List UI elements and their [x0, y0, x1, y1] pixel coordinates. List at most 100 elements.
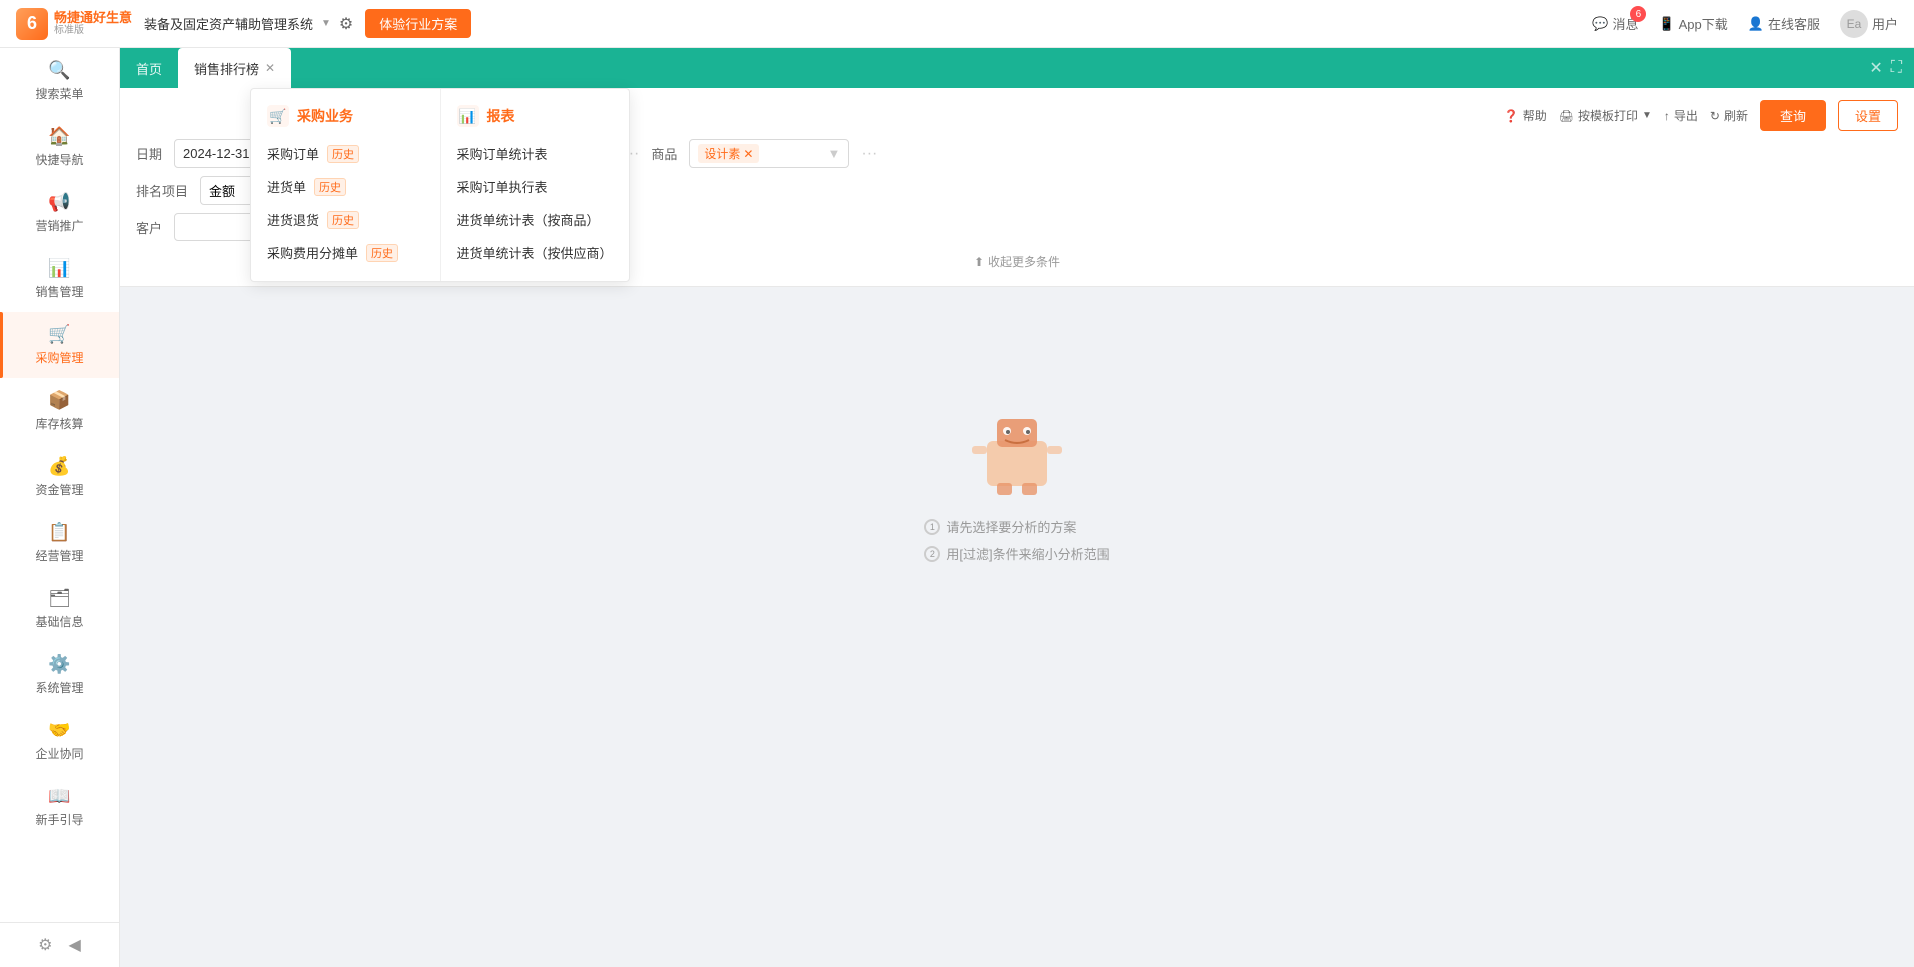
dropdown-report-col: 📊 报表 采购订单统计表 采购订单执行表 进货单统计表（按商品） 进货单统计表（…	[441, 89, 630, 281]
home-icon: 🏠	[48, 126, 70, 147]
dropdown-item-purchase-order[interactable]: 采购订单 历史	[251, 137, 440, 170]
sidebar-item-search[interactable]: 🔍 搜索菜单	[0, 48, 119, 114]
sidebar-item-marketing[interactable]: 📢 营销推广	[0, 180, 119, 246]
dropdown-item-expense[interactable]: 采购费用分摊单 历史	[251, 236, 440, 269]
empty-state: 1 请先选择要分析的方案 2 用[过滤]条件来缩小分析范围	[120, 287, 1914, 687]
sidebar-item-sales[interactable]: 📊 销售管理	[0, 246, 119, 312]
tab-right-controls: ✕ ⛶	[1869, 48, 1914, 88]
cooperation-icon: 🤝	[48, 720, 70, 741]
purchase-dropdown-menu: 🛒 采购业务 采购订单 历史 进货单 历史 进货退货 历史	[250, 88, 630, 282]
sidebar-item-guide[interactable]: 📖 新手引导	[0, 774, 119, 840]
sidebar-item-cooperation[interactable]: 🤝 企业协同	[0, 708, 119, 774]
report-header-icon: 📊	[457, 105, 479, 127]
system-dropdown-arrow[interactable]: ▼	[321, 18, 331, 29]
sidebar-item-basic-info[interactable]: 🗂 基础信息	[0, 576, 119, 642]
messages-item[interactable]: 💬 消息 6	[1592, 14, 1638, 33]
main-layout: 🔍 搜索菜单 🏠 快捷导航 📢 营销推广 📊 销售管理 🛒 采购管理 📦	[0, 48, 1914, 967]
sidebar-item-quick-nav[interactable]: 🏠 快捷导航	[0, 114, 119, 180]
settings-icon[interactable]: ⚙	[339, 14, 353, 34]
help-btn[interactable]: ❓ 帮助	[1504, 107, 1547, 124]
sidebar-collapse-btn[interactable]: ◀	[65, 931, 85, 959]
export-btn[interactable]: ↑ 导出	[1664, 107, 1698, 124]
basic-info-icon: 🗂	[48, 588, 71, 609]
tab-maximize-icon[interactable]: ⛶	[1891, 59, 1902, 77]
sidebar-label-marketing: 营销推广	[35, 217, 83, 234]
operations-icon: 📋	[48, 522, 70, 543]
top-bar-right: 💬 消息 6 📱 App下载 👤 在线客服 Ea 用户	[1592, 10, 1898, 38]
return-label: 进货退货	[267, 210, 319, 229]
help-label: 帮助	[1523, 107, 1547, 124]
collapse-label: 收起更多条件	[988, 253, 1060, 270]
settings-btn[interactable]: 设置	[1838, 100, 1898, 131]
dropdown-item-purchase-order-stats[interactable]: 采购订单统计表	[441, 137, 630, 170]
dropdown-item-inbound-stats-supplier[interactable]: 进货单统计表（按供应商）	[441, 236, 630, 269]
sidebar-item-finance[interactable]: 💰 资金管理	[0, 444, 119, 510]
date-value: 2024-12-31	[183, 146, 250, 161]
online-service-label: 在线客服	[1768, 14, 1820, 33]
sales-icon: 📊	[48, 258, 70, 279]
content-area: 首页 销售排行榜 ✕ ✕ ⛶ ❓	[120, 48, 1914, 967]
message-icon: 💬	[1592, 16, 1608, 32]
print-btn[interactable]: 🖨 按模板打印 ▼	[1559, 107, 1652, 124]
system-name-area: 装备及固定资产辅助管理系统 ▼ ⚙	[144, 14, 353, 34]
report-section-title: 报表	[487, 106, 515, 126]
tab-sales-rank[interactable]: 销售排行榜 ✕	[178, 48, 291, 88]
sidebar-settings-btn[interactable]: ⚙	[34, 931, 56, 959]
inbound-badge: 历史	[314, 178, 346, 196]
goods-tag-close[interactable]: ✕	[743, 147, 753, 161]
dropdown-item-inbound-stats-goods[interactable]: 进货单统计表（按商品）	[441, 203, 630, 236]
refresh-label: 刷新	[1724, 107, 1748, 124]
sidebar-item-system[interactable]: ⚙️ 系统管理	[0, 642, 119, 708]
print-dropdown-arrow[interactable]: ▼	[1642, 110, 1652, 121]
sidebar-label-search: 搜索菜单	[35, 85, 83, 102]
system-icon: ⚙️	[48, 654, 70, 675]
sidebar-item-inventory[interactable]: 📦 库存核算	[0, 378, 119, 444]
purchase-header-icon: 🛒	[267, 105, 289, 127]
refresh-btn[interactable]: ↻ 刷新	[1710, 107, 1748, 124]
empty-hint-2: 2 用[过滤]条件来缩小分析范围	[924, 544, 1109, 563]
hint1-text: 请先选择要分析的方案	[946, 517, 1076, 536]
dropdown-item-return[interactable]: 进货退货 历史	[251, 203, 440, 236]
purchase-order-stats-label: 采购订单统计表	[457, 144, 548, 163]
online-service-item[interactable]: 👤 在线客服	[1748, 14, 1820, 33]
purchase-icon: 🛒	[48, 324, 70, 345]
tab-close-icon[interactable]: ✕	[265, 61, 275, 75]
industry-btn[interactable]: 体验行业方案	[365, 9, 471, 38]
sidebar-label-quick-nav: 快捷导航	[35, 151, 83, 168]
dropdown-item-inbound[interactable]: 进货单 历史	[251, 170, 440, 203]
sidebar-item-purchase[interactable]: 🛒 采购管理	[0, 312, 119, 378]
sidebar-label-finance: 资金管理	[35, 481, 83, 498]
finance-icon: 💰	[48, 456, 70, 477]
refresh-icon: ↻	[1710, 109, 1720, 123]
purchase-section-title: 采购业务	[297, 106, 353, 126]
dropdown-purchase-col: 🛒 采购业务 采购订单 历史 进货单 历史 进货退货 历史	[251, 89, 441, 281]
export-icon: ↑	[1664, 109, 1670, 123]
expense-label: 采购费用分摊单	[267, 243, 358, 262]
app-container: 6 畅捷通好生意 标准版 装备及固定资产辅助管理系统 ▼ ⚙ 体验行业方案 💬 …	[0, 0, 1914, 967]
query-btn[interactable]: 查询	[1760, 100, 1826, 131]
dropdown-item-purchase-order-exec[interactable]: 采购订单执行表	[441, 170, 630, 203]
tab-close-window-icon[interactable]: ✕	[1869, 58, 1882, 78]
sidebar-item-operations[interactable]: 📋 经营管理	[0, 510, 119, 576]
sidebar: 🔍 搜索菜单 🏠 快捷导航 📢 营销推广 📊 销售管理 🛒 采购管理 📦	[0, 48, 120, 967]
messages-badge: 6	[1630, 6, 1646, 22]
date-label: 日期	[136, 144, 162, 163]
return-badge: 历史	[327, 211, 359, 229]
app-download-item[interactable]: 📱 App下载	[1658, 14, 1727, 33]
sidebar-bottom: ⚙ ◀	[0, 922, 119, 967]
hint1-dot: 1	[924, 519, 940, 535]
tab-home[interactable]: 首页	[120, 48, 178, 88]
print-icon: 🖨	[1559, 109, 1574, 123]
user-initials: Ea	[1847, 17, 1862, 31]
empty-hint-1: 1 请先选择要分析的方案	[924, 517, 1109, 536]
hint2-text: 用[过滤]条件来缩小分析范围	[946, 544, 1109, 563]
goods-ellipsis: ···	[861, 145, 877, 163]
export-label: 导出	[1674, 107, 1698, 124]
user-item[interactable]: Ea 用户	[1840, 10, 1898, 38]
user-avatar: Ea	[1840, 10, 1868, 38]
inventory-icon: 📦	[48, 390, 70, 411]
user-label: 用户	[1872, 14, 1898, 33]
print-label: 按模板打印	[1578, 107, 1638, 124]
goods-select[interactable]: 设计素 ✕ ▼	[689, 139, 849, 168]
purchase-order-label: 采购订单	[267, 144, 319, 163]
